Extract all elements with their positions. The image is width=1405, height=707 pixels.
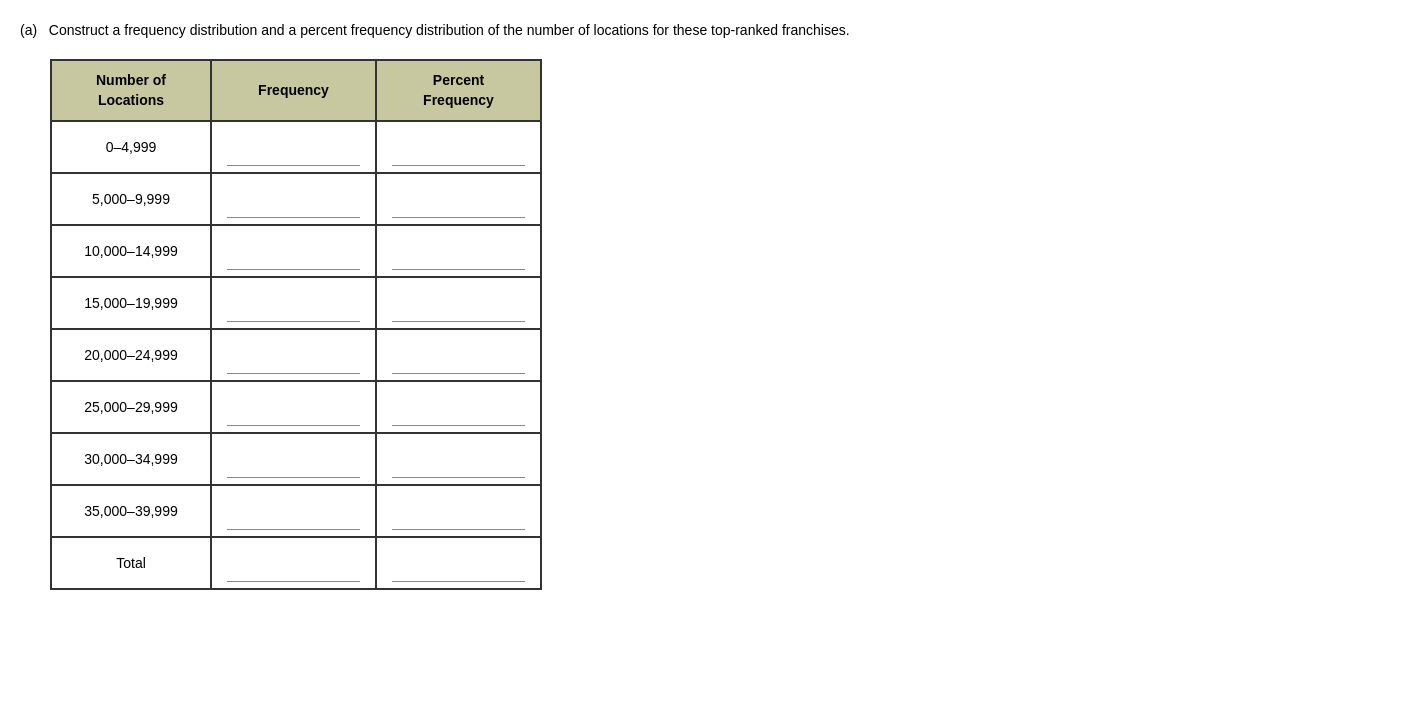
table-row: Total (51, 537, 541, 589)
percent-frequency-cell[interactable] (376, 485, 541, 537)
percent-frequency-input[interactable] (392, 511, 524, 530)
frequency-table: Number ofLocations Frequency PercentFreq… (50, 59, 542, 590)
row-label: Total (51, 537, 211, 589)
frequency-input[interactable] (227, 459, 359, 478)
percent-frequency-input[interactable] (392, 147, 524, 166)
percent-frequency-input[interactable] (392, 407, 524, 426)
frequency-cell[interactable] (211, 225, 376, 277)
table-container: Number ofLocations Frequency PercentFreq… (50, 59, 1385, 590)
percent-frequency-cell[interactable] (376, 277, 541, 329)
frequency-input[interactable] (227, 407, 359, 426)
row-label: 0–4,999 (51, 121, 211, 173)
table-row: 5,000–9,999 (51, 173, 541, 225)
frequency-cell[interactable] (211, 537, 376, 589)
percent-frequency-input[interactable] (392, 303, 524, 322)
frequency-cell[interactable] (211, 277, 376, 329)
percent-frequency-input[interactable] (392, 563, 524, 582)
percent-frequency-cell[interactable] (376, 225, 541, 277)
frequency-cell[interactable] (211, 121, 376, 173)
percent-frequency-input[interactable] (392, 251, 524, 270)
header-number-of-locations: Number ofLocations (51, 60, 211, 121)
frequency-cell[interactable] (211, 329, 376, 381)
question-prefix: (a) (20, 22, 37, 38)
row-label: 10,000–14,999 (51, 225, 211, 277)
table-header-row: Number ofLocations Frequency PercentFreq… (51, 60, 541, 121)
frequency-cell[interactable] (211, 173, 376, 225)
row-label: 30,000–34,999 (51, 433, 211, 485)
table-row: 10,000–14,999 (51, 225, 541, 277)
table-row: 25,000–29,999 (51, 381, 541, 433)
percent-frequency-cell[interactable] (376, 121, 541, 173)
frequency-cell[interactable] (211, 433, 376, 485)
frequency-cell[interactable] (211, 485, 376, 537)
percent-frequency-cell[interactable] (376, 433, 541, 485)
question-body: Construct a frequency distribution and a… (49, 22, 850, 38)
frequency-input[interactable] (227, 511, 359, 530)
percent-frequency-input[interactable] (392, 459, 524, 478)
table-row: 30,000–34,999 (51, 433, 541, 485)
header-frequency: Frequency (211, 60, 376, 121)
question-container: (a) Construct a frequency distribution a… (20, 20, 1385, 590)
row-label: 35,000–39,999 (51, 485, 211, 537)
question-text: (a) Construct a frequency distribution a… (20, 20, 1385, 41)
percent-frequency-input[interactable] (392, 355, 524, 374)
frequency-input[interactable] (227, 199, 359, 218)
frequency-input[interactable] (227, 563, 359, 582)
percent-frequency-input[interactable] (392, 199, 524, 218)
row-label: 25,000–29,999 (51, 381, 211, 433)
row-label: 15,000–19,999 (51, 277, 211, 329)
percent-frequency-cell[interactable] (376, 537, 541, 589)
table-row: 35,000–39,999 (51, 485, 541, 537)
frequency-input[interactable] (227, 355, 359, 374)
table-row: 15,000–19,999 (51, 277, 541, 329)
row-label: 20,000–24,999 (51, 329, 211, 381)
percent-frequency-cell[interactable] (376, 381, 541, 433)
frequency-input[interactable] (227, 251, 359, 270)
percent-frequency-cell[interactable] (376, 173, 541, 225)
table-row: 0–4,999 (51, 121, 541, 173)
header-percent-frequency: PercentFrequency (376, 60, 541, 121)
row-label: 5,000–9,999 (51, 173, 211, 225)
frequency-cell[interactable] (211, 381, 376, 433)
frequency-input[interactable] (227, 147, 359, 166)
frequency-input[interactable] (227, 303, 359, 322)
table-row: 20,000–24,999 (51, 329, 541, 381)
percent-frequency-cell[interactable] (376, 329, 541, 381)
